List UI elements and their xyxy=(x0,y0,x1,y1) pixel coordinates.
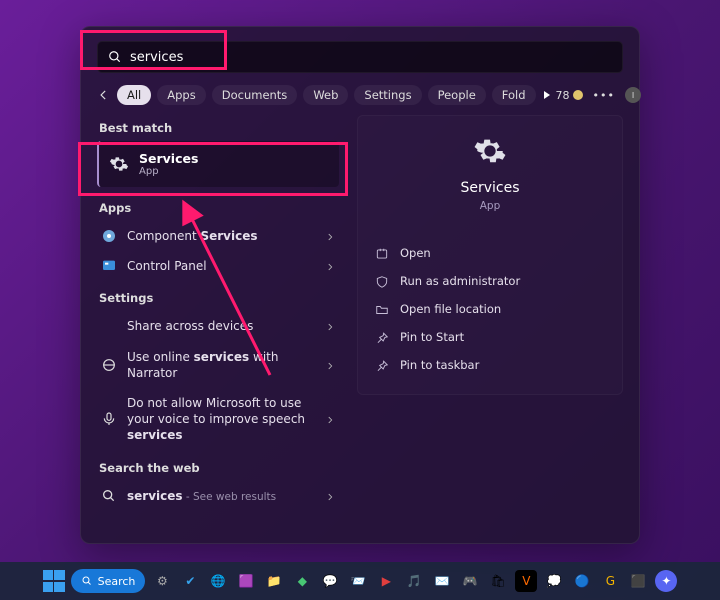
action-open[interactable]: Open xyxy=(372,240,608,268)
section-label-best-match: Best match xyxy=(99,121,339,135)
taskbar-app-icon[interactable]: 🎮 xyxy=(459,570,481,592)
chevron-right-icon xyxy=(325,321,335,331)
start-search-panel: services All Apps Documents Web Settings… xyxy=(80,26,640,544)
taskbar-app-icon[interactable]: ✦ xyxy=(655,570,677,592)
taskbar-app-icon[interactable]: ◆ xyxy=(291,570,313,592)
taskbar-app-icon[interactable]: 📨 xyxy=(347,570,369,592)
taskbar-app-icon[interactable]: 🛍 xyxy=(487,570,509,592)
search-icon xyxy=(81,575,93,587)
result-control-panel[interactable]: Control Panel xyxy=(97,251,339,281)
filter-pill-all[interactable]: All xyxy=(117,85,151,105)
back-button[interactable] xyxy=(97,85,111,105)
rewards-badge[interactable]: 78 xyxy=(556,89,583,102)
microphone-icon xyxy=(101,411,117,427)
results-left-column: Best match Services App Apps Component S… xyxy=(97,115,339,511)
result-narrator-services[interactable]: Use online services with Narrator xyxy=(97,342,339,388)
result-component-services[interactable]: Component Services xyxy=(97,221,339,251)
taskbar-app-icon[interactable]: ⚙ xyxy=(151,570,173,592)
search-icon xyxy=(101,488,117,504)
filters-overflow-icon[interactable] xyxy=(544,91,550,99)
result-share-across-devices[interactable]: Share across devices xyxy=(97,311,339,341)
taskbar-app-icon[interactable]: 💭 xyxy=(543,570,565,592)
taskbar-app-icon[interactable]: 💬 xyxy=(319,570,341,592)
chevron-right-icon xyxy=(325,491,335,501)
action-pin-taskbar[interactable]: Pin to taskbar xyxy=(372,352,608,380)
taskbar-app-icon[interactable]: ✔ xyxy=(179,570,201,592)
best-match-result[interactable]: Services App xyxy=(97,141,339,187)
gear-icon xyxy=(109,154,129,174)
taskbar-app-icon[interactable]: 🎵 xyxy=(403,570,425,592)
detail-title: Services xyxy=(460,180,519,196)
search-icon xyxy=(108,50,122,64)
start-button[interactable] xyxy=(43,570,65,592)
more-options-button[interactable]: ••• xyxy=(593,89,615,102)
filter-pill-web[interactable]: Web xyxy=(303,85,348,105)
section-label-web: Search the web xyxy=(99,461,339,475)
filter-pill-people[interactable]: People xyxy=(428,85,486,105)
app-icon xyxy=(101,258,117,274)
best-match-title: Services xyxy=(139,151,198,166)
section-label-apps: Apps xyxy=(99,201,339,215)
taskbar-app-icon[interactable]: ⬛ xyxy=(627,570,649,592)
result-web-services[interactable]: services - See web results xyxy=(97,481,339,511)
detail-subtitle: App xyxy=(480,200,501,212)
filter-pill-documents[interactable]: Documents xyxy=(212,85,298,105)
taskbar-search-label: Search xyxy=(98,575,136,588)
taskbar-app-icon[interactable]: 🌐 xyxy=(207,570,229,592)
narrator-icon xyxy=(101,357,117,373)
filter-pill-settings[interactable]: Settings xyxy=(354,85,421,105)
app-icon xyxy=(101,228,117,244)
chevron-right-icon xyxy=(325,414,335,424)
best-match-subtitle: App xyxy=(139,166,198,177)
chevron-right-icon xyxy=(325,360,335,370)
pin-icon xyxy=(374,358,390,374)
search-input[interactable]: services xyxy=(97,41,623,73)
app-icon-large xyxy=(473,134,507,168)
action-run-as-admin[interactable]: Run as administrator xyxy=(372,268,608,296)
folder-icon xyxy=(374,302,390,318)
filter-bar: All Apps Documents Web Settings People F… xyxy=(97,85,623,105)
taskbar-app-icon[interactable]: G xyxy=(599,570,621,592)
chevron-right-icon xyxy=(325,231,335,241)
rewards-points: 78 xyxy=(556,89,570,102)
taskbar-app-icon[interactable]: V xyxy=(515,570,537,592)
taskbar-app-icon[interactable]: ▶ xyxy=(375,570,397,592)
taskbar-search-button[interactable]: Search xyxy=(71,569,146,593)
taskbar-app-icon[interactable]: ✉️ xyxy=(431,570,453,592)
shield-icon xyxy=(374,274,390,290)
action-open-location[interactable]: Open file location xyxy=(372,296,608,324)
result-speech-services[interactable]: Do not allow Microsoft to use your voice… xyxy=(97,388,339,451)
results-detail-pane: Services App Open Run as administrator O… xyxy=(357,115,623,511)
section-label-settings: Settings xyxy=(99,291,339,305)
user-avatar[interactable]: I xyxy=(625,87,641,103)
open-icon xyxy=(374,246,390,262)
filter-pill-folders[interactable]: Fold xyxy=(492,85,536,105)
rewards-icon xyxy=(573,90,583,100)
chevron-right-icon xyxy=(325,261,335,271)
taskbar-app-icon[interactable]: 🟪 xyxy=(235,570,257,592)
taskbar-app-icon[interactable]: 🔵 xyxy=(571,570,593,592)
action-pin-start[interactable]: Pin to Start xyxy=(372,324,608,352)
taskbar: Search ⚙ ✔ 🌐 🟪 📁 ◆ 💬 📨 ▶ 🎵 ✉️ 🎮 🛍 V 💭 🔵 … xyxy=(0,562,720,600)
search-query-text: services xyxy=(130,50,183,65)
taskbar-app-icon[interactable]: 📁 xyxy=(263,570,285,592)
pin-icon xyxy=(374,330,390,346)
filter-pill-apps[interactable]: Apps xyxy=(157,85,205,105)
